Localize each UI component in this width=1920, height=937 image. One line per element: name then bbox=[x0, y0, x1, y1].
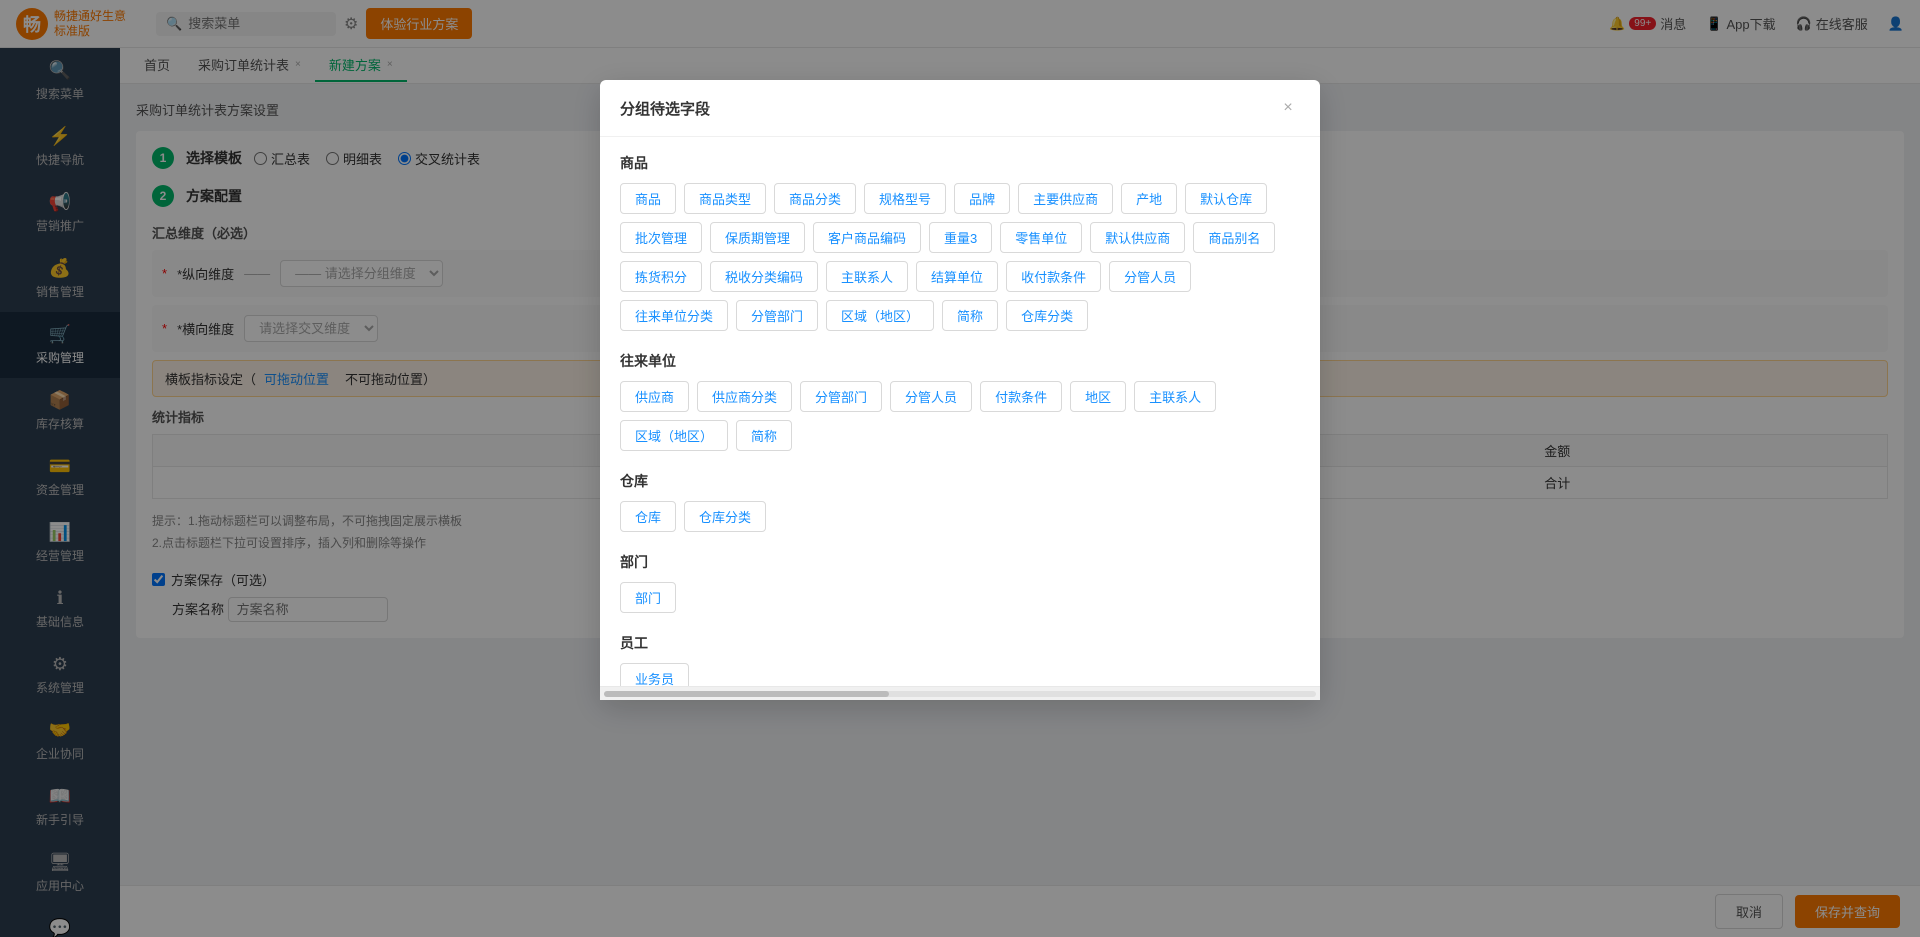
modal-dialog: 分组待选字段 × 商品 商品 商品类型 商品分类 规格型号 品牌 主要供应商 产… bbox=[600, 80, 1320, 700]
field-tag[interactable]: 仓库分类 bbox=[1006, 300, 1088, 331]
field-tag[interactable]: 区域（地区） bbox=[620, 420, 728, 451]
field-tags-staff: 业务员 bbox=[620, 663, 1300, 686]
field-tags-warehouse: 仓库 仓库分类 bbox=[620, 501, 1300, 532]
field-tag[interactable]: 默认供应商 bbox=[1090, 222, 1185, 253]
field-group-goods: 商品 商品 商品类型 商品分类 规格型号 品牌 主要供应商 产地 默认仓库 批次… bbox=[620, 153, 1300, 331]
field-tag[interactable]: 简称 bbox=[736, 420, 792, 451]
field-tag[interactable]: 仓库 bbox=[620, 501, 676, 532]
field-tag[interactable]: 商品别名 bbox=[1193, 222, 1275, 253]
field-tag[interactable]: 分管人员 bbox=[890, 381, 972, 412]
field-tag[interactable]: 商品 bbox=[620, 183, 676, 214]
field-group-department: 部门 部门 bbox=[620, 552, 1300, 613]
field-tag[interactable]: 主联系人 bbox=[1134, 381, 1216, 412]
modal-header: 分组待选字段 × bbox=[600, 80, 1320, 137]
field-group-staff: 员工 业务员 bbox=[620, 633, 1300, 686]
modal-hscroll[interactable] bbox=[600, 686, 1320, 700]
field-tag[interactable]: 供应商分类 bbox=[697, 381, 792, 412]
field-tag[interactable]: 分管部门 bbox=[800, 381, 882, 412]
field-tag[interactable]: 结算单位 bbox=[916, 261, 998, 292]
field-tag[interactable]: 供应商 bbox=[620, 381, 689, 412]
field-group-title-department: 部门 bbox=[620, 552, 1300, 572]
field-tag[interactable]: 客户商品编码 bbox=[813, 222, 921, 253]
field-group-warehouse: 仓库 仓库 仓库分类 bbox=[620, 471, 1300, 532]
field-tag[interactable]: 分管部门 bbox=[736, 300, 818, 331]
field-tag[interactable]: 区域（地区） bbox=[826, 300, 934, 331]
modal-close-button[interactable]: × bbox=[1276, 96, 1300, 120]
hscroll-thumb bbox=[604, 691, 889, 697]
field-group-title-goods: 商品 bbox=[620, 153, 1300, 173]
field-tags-department: 部门 bbox=[620, 582, 1300, 613]
field-tag[interactable]: 品牌 bbox=[954, 183, 1010, 214]
modal-body[interactable]: 商品 商品 商品类型 商品分类 规格型号 品牌 主要供应商 产地 默认仓库 批次… bbox=[600, 137, 1320, 686]
field-tag[interactable]: 商品分类 bbox=[774, 183, 856, 214]
field-tag[interactable]: 保质期管理 bbox=[710, 222, 805, 253]
field-group-title-warehouse: 仓库 bbox=[620, 471, 1300, 491]
field-tag[interactable]: 主要供应商 bbox=[1018, 183, 1113, 214]
field-tag[interactable]: 简称 bbox=[942, 300, 998, 331]
field-tag[interactable]: 拣货积分 bbox=[620, 261, 702, 292]
field-tag[interactable]: 零售单位 bbox=[1000, 222, 1082, 253]
field-tag[interactable]: 商品类型 bbox=[684, 183, 766, 214]
modal-title: 分组待选字段 bbox=[620, 98, 710, 119]
field-tag[interactable]: 默认仓库 bbox=[1185, 183, 1267, 214]
field-tag[interactable]: 重量3 bbox=[929, 222, 992, 253]
field-tag[interactable]: 分管人员 bbox=[1109, 261, 1191, 292]
field-tag[interactable]: 收付款条件 bbox=[1006, 261, 1101, 292]
field-tag[interactable]: 往来单位分类 bbox=[620, 300, 728, 331]
field-tag[interactable]: 仓库分类 bbox=[684, 501, 766, 532]
hscroll-track bbox=[604, 691, 1316, 697]
field-tag[interactable]: 税收分类编码 bbox=[710, 261, 818, 292]
field-group-title-partners: 往来单位 bbox=[620, 351, 1300, 371]
field-tag[interactable]: 付款条件 bbox=[980, 381, 1062, 412]
field-tags-partners: 供应商 供应商分类 分管部门 分管人员 付款条件 地区 主联系人 区域（地区） … bbox=[620, 381, 1300, 451]
field-tag[interactable]: 主联系人 bbox=[826, 261, 908, 292]
modal-overlay: 分组待选字段 × 商品 商品 商品类型 商品分类 规格型号 品牌 主要供应商 产… bbox=[0, 0, 1920, 937]
field-tags-goods: 商品 商品类型 商品分类 规格型号 品牌 主要供应商 产地 默认仓库 批次管理 … bbox=[620, 183, 1300, 331]
field-tag[interactable]: 部门 bbox=[620, 582, 676, 613]
field-group-partners: 往来单位 供应商 供应商分类 分管部门 分管人员 付款条件 地区 主联系人 区域… bbox=[620, 351, 1300, 451]
field-tag[interactable]: 产地 bbox=[1121, 183, 1177, 214]
field-group-title-staff: 员工 bbox=[620, 633, 1300, 653]
field-tag[interactable]: 地区 bbox=[1070, 381, 1126, 412]
field-tag[interactable]: 批次管理 bbox=[620, 222, 702, 253]
field-tag[interactable]: 业务员 bbox=[620, 663, 689, 686]
field-tag[interactable]: 规格型号 bbox=[864, 183, 946, 214]
